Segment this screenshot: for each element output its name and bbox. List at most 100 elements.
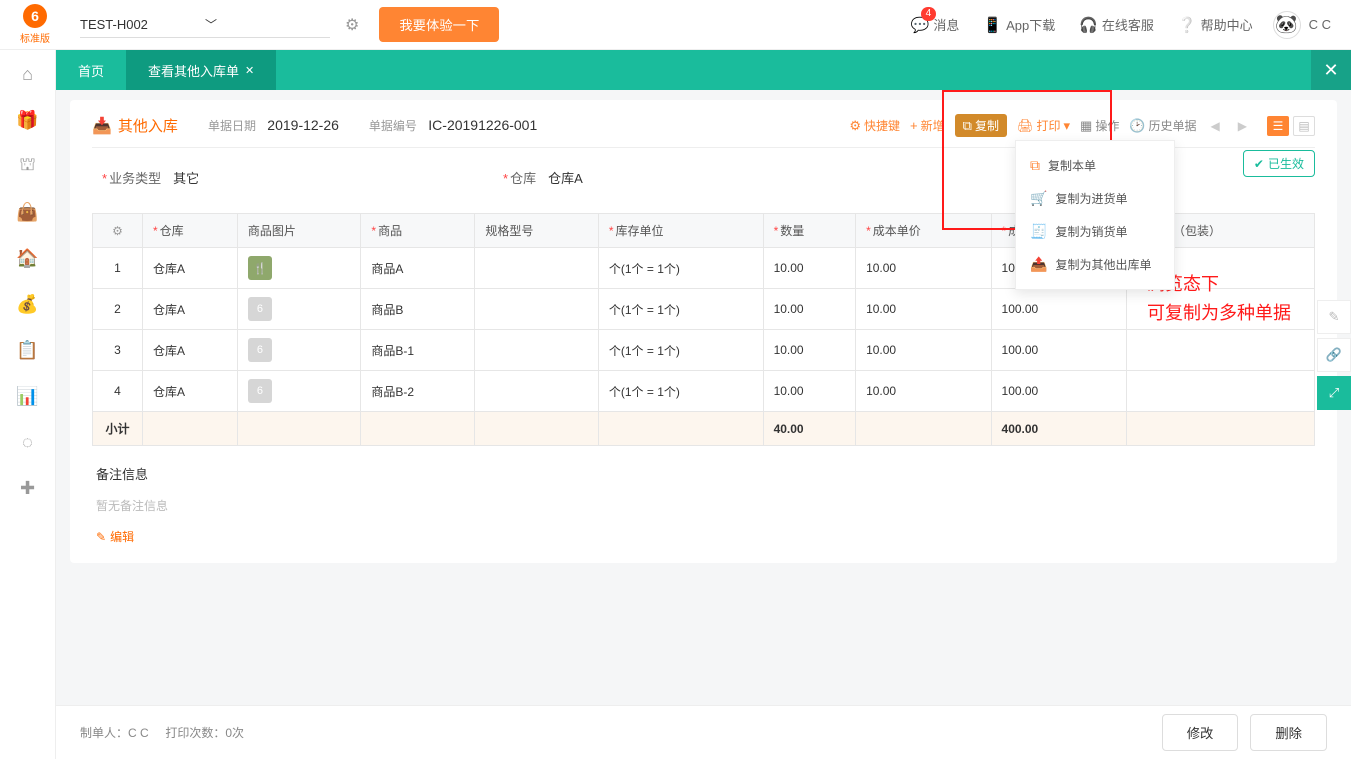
th-product: *商品 (361, 214, 475, 248)
app-download-label: App下载 (1006, 15, 1055, 34)
row-amount: 100.00 (991, 289, 1126, 330)
next-icon[interactable]: ▶ (1234, 119, 1251, 133)
row-price: 10.00 (856, 289, 991, 330)
biz-type-label: 业务类型 (109, 171, 161, 186)
edit-remarks-link[interactable]: ✎ 编辑 (96, 528, 1311, 545)
grid-icon: ▦ (1080, 118, 1092, 134)
company-select[interactable]: TEST-H002 ﹀ (80, 12, 330, 38)
doc-date: 单据日期 2019-12-26 (208, 117, 339, 134)
row-image: 6 (237, 289, 361, 330)
row-product: 商品B (361, 289, 475, 330)
doc-number-label: 单据编号 (369, 119, 417, 133)
tab-close-icon[interactable]: ✕ (245, 64, 254, 77)
row-index: 3 (93, 330, 143, 371)
row-qty: 10.00 (763, 330, 856, 371)
status-badge-text: 已生效 (1268, 155, 1304, 172)
head-actions: ⚙快捷键 +新增 ⧉复制 🖨打印▾ ▦操作 🕑历史单据 ◀ ▶ ☰ ▤ (849, 114, 1315, 137)
th-unit-label: 库存单位 (616, 224, 664, 238)
table-row[interactable]: 2 仓库A 6 商品B 个(1个 = 1个) 10.00 10.00 100.0… (93, 289, 1315, 330)
view-toggle: ☰ ▤ (1267, 116, 1315, 136)
product-image-icon: 6 (248, 297, 272, 321)
gear-icon: ⚙ (849, 118, 861, 134)
rail-expand-icon[interactable]: ⤢ (1317, 376, 1351, 410)
row-avail (1126, 289, 1314, 330)
row-warehouse: 仓库A (143, 330, 238, 371)
sidebar-warehouse-icon[interactable]: 🏠 (16, 246, 40, 270)
app-download-link[interactable]: 📱 App下载 (983, 15, 1055, 34)
card-title-text: 其他入库 (118, 115, 178, 136)
doc-number: 单据编号 IC-20191226-001 (369, 117, 537, 134)
sidebar-house-icon[interactable]: ⛫ (16, 154, 40, 178)
sidebar-money-icon[interactable]: 💰 (16, 292, 40, 316)
card-title: 📥 其他入库 (92, 115, 178, 136)
history-button[interactable]: 🕑历史单据 (1129, 117, 1196, 134)
copy-button[interactable]: ⧉复制 (955, 114, 1007, 137)
copy-icon: ⧉ (963, 118, 972, 134)
table-row[interactable]: 4 仓库A 6 商品B-2 个(1个 = 1个) 10.00 10.00 100… (93, 371, 1315, 412)
table-row[interactable]: 3 仓库A 6 商品B-1 个(1个 = 1个) 10.00 10.00 100… (93, 330, 1315, 371)
messages-badge: 4 (921, 7, 937, 21)
messages-link[interactable]: 💬 消息 4 (911, 15, 960, 34)
row-warehouse: 仓库A (143, 248, 238, 289)
row-warehouse: 仓库A (143, 289, 238, 330)
print-count-label: 打印次数： (165, 726, 225, 740)
row-unit: 个(1个 = 1个) (598, 371, 763, 412)
tab-current[interactable]: 查看其他入库单 ✕ (126, 50, 276, 90)
row-unit: 个(1个 = 1个) (598, 289, 763, 330)
operate-button[interactable]: ▦操作 (1080, 117, 1119, 134)
tabbar: 首页 查看其他入库单 ✕ ✕ (56, 50, 1351, 90)
print-button[interactable]: 🖨打印▾ (1017, 117, 1070, 134)
tab-home-label: 首页 (78, 61, 104, 80)
logo[interactable]: 6 标准版 (10, 4, 60, 45)
subtotal-label: 小计 (93, 412, 143, 446)
row-avail (1126, 330, 1314, 371)
avatar[interactable]: 🐼 (1273, 11, 1301, 39)
sidebar-home-icon[interactable]: ⌂ (16, 62, 40, 86)
sidebar-bag-icon[interactable]: 👜 (16, 200, 40, 224)
dd-copy-sales[interactable]: 🧾复制为销货单 (1016, 215, 1174, 248)
row-avail (1126, 371, 1314, 412)
logo-icon: 6 (23, 4, 47, 28)
new-button[interactable]: +新增 (910, 117, 945, 134)
subtotal-qty: 40.00 (763, 412, 856, 446)
trial-button[interactable]: 我要体验一下 (379, 7, 499, 42)
row-qty: 10.00 (763, 371, 856, 412)
remarks-title: 备注信息 (96, 464, 1311, 483)
row-spec (475, 371, 599, 412)
dd-copy-purchase[interactable]: 🛒复制为进货单 (1016, 182, 1174, 215)
sidebar-sync-icon[interactable]: ◌ (16, 430, 40, 454)
delete-button[interactable]: 删除 (1250, 714, 1327, 751)
sidebar-report-icon[interactable]: 📊 (16, 384, 40, 408)
gear-icon[interactable]: ⚙ (345, 15, 359, 35)
rail-note-icon[interactable]: ✎ (1317, 300, 1351, 334)
doc-number-value: IC-20191226-001 (428, 117, 537, 133)
th-image: 商品图片 (237, 214, 361, 248)
shortcut-button[interactable]: ⚙快捷键 (849, 117, 900, 134)
company-name: TEST-H002 (80, 17, 205, 32)
tab-home[interactable]: 首页 (56, 50, 126, 90)
dd-copy-other-out[interactable]: 📤复制为其他出库单 (1016, 248, 1174, 281)
sidebar-new-icon[interactable]: ✚ (16, 476, 40, 500)
dd-copy-this[interactable]: ⧉复制本单 (1016, 149, 1174, 182)
card-view-icon[interactable]: ▤ (1293, 116, 1315, 136)
modify-button[interactable]: 修改 (1162, 714, 1239, 751)
sidebar-clipboard-icon[interactable]: 📋 (16, 338, 40, 362)
prev-icon[interactable]: ◀ (1207, 119, 1224, 133)
help-center-link[interactable]: ❔ 帮助中心 (1178, 15, 1253, 34)
th-product-label: 商品 (378, 224, 402, 238)
rail-link-icon[interactable]: 🔗 (1317, 338, 1351, 372)
tab-current-label: 查看其他入库单 (148, 61, 239, 80)
list-view-icon[interactable]: ☰ (1267, 116, 1289, 136)
new-label: 新增 (921, 117, 945, 134)
online-service-label: 在线客服 (1102, 15, 1154, 34)
th-warehouse: *仓库 (143, 214, 238, 248)
online-service-link[interactable]: 🎧 在线客服 (1079, 15, 1154, 34)
th-gear[interactable]: ⚙ (93, 214, 143, 248)
sidebar-gift-icon[interactable]: 🎁 (16, 108, 40, 132)
tabbar-close-button[interactable]: ✕ (1311, 50, 1351, 90)
doc-date-label: 单据日期 (208, 119, 256, 133)
user-name[interactable]: C C (1309, 17, 1331, 32)
card: 📥 其他入库 单据日期 2019-12-26 单据编号 IC-20191226-… (70, 100, 1337, 563)
th-qty: *数量 (763, 214, 856, 248)
history-label: 历史单据 (1149, 117, 1197, 134)
